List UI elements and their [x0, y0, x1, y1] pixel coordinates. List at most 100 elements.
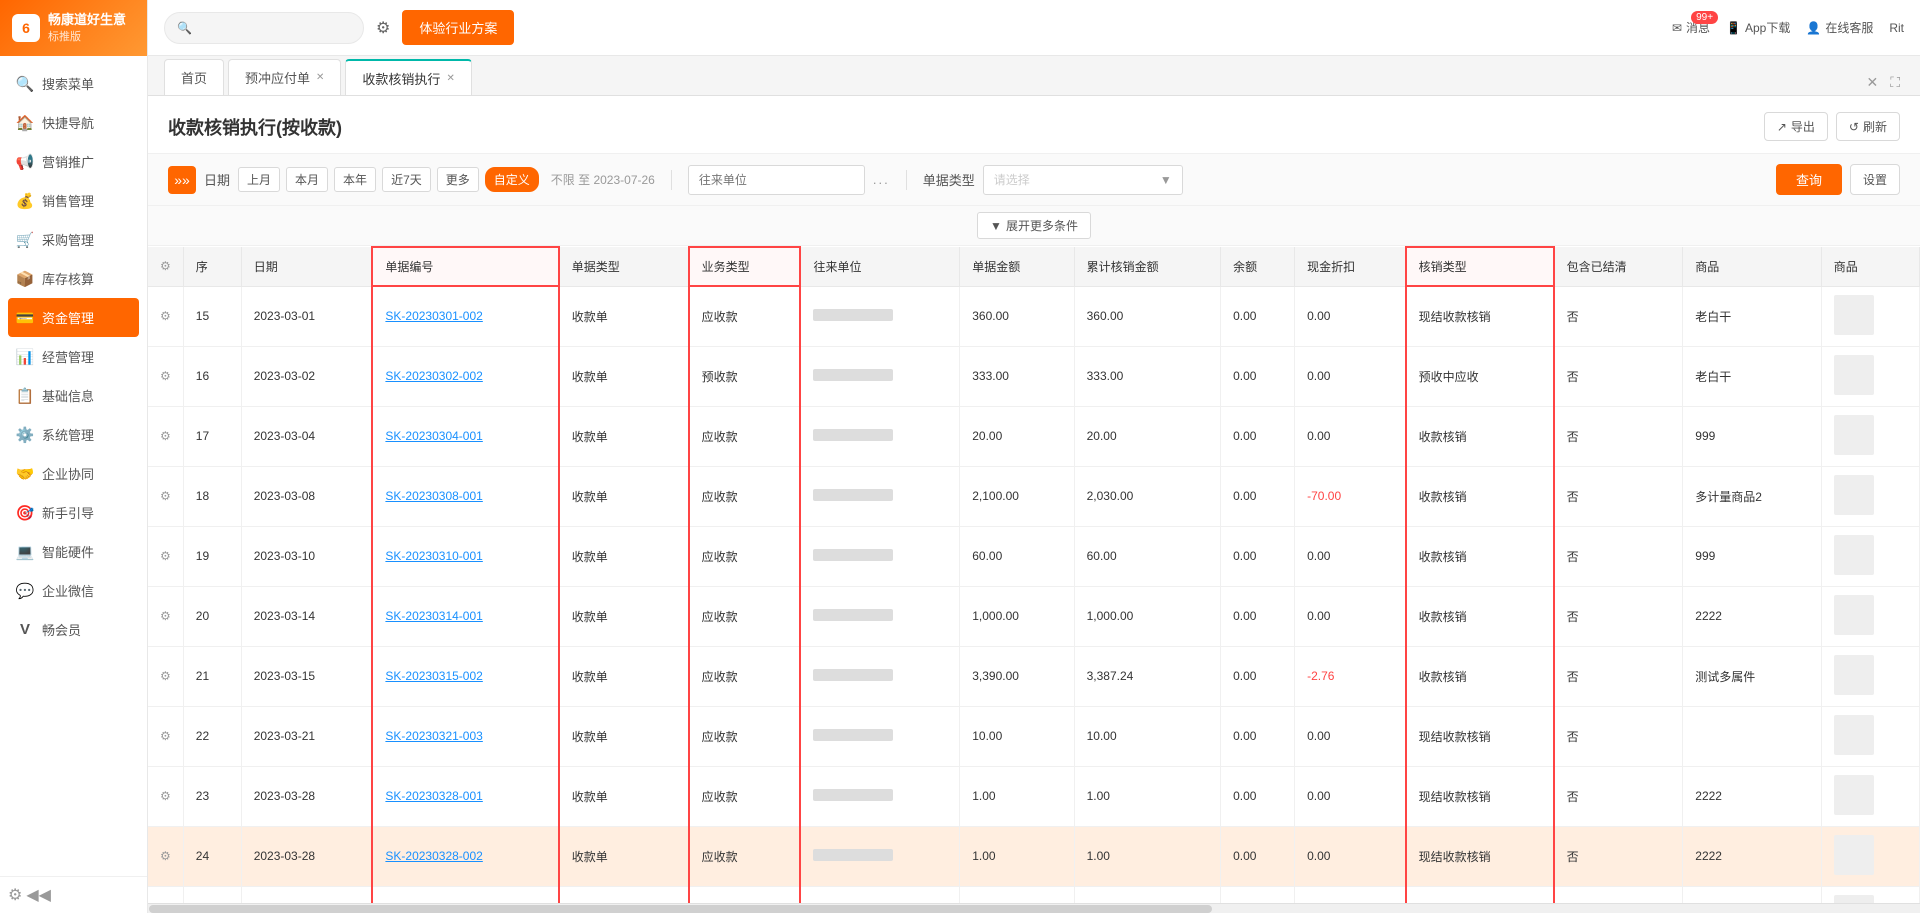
horizontal-scrollbar[interactable] — [148, 903, 1920, 913]
table-row[interactable]: ⚙ 20 2023-03-14 SK-20230314-001 收款单 应收款 … — [148, 586, 1920, 646]
more-date-btn[interactable]: 更多 — [437, 167, 479, 192]
table-wrap[interactable]: ⚙ 序 日期 单据编号 单据类型 业务类型 往来单位 单据金额 累计核销金额 余… — [148, 246, 1920, 903]
row-bill-type: 收款单 — [559, 286, 689, 346]
gear-icon[interactable]: ⚙ — [376, 18, 390, 38]
table-row[interactable]: ⚙ 17 2023-03-04 SK-20230304-001 收款单 应收款 … — [148, 406, 1920, 466]
collapse-icon[interactable]: ◀◀ — [26, 885, 51, 905]
row-bill-no[interactable]: SK-20230304-001 — [372, 406, 558, 466]
col-gear[interactable]: ⚙ — [148, 247, 183, 286]
sidebar-item-hardware[interactable]: 💻 智能硬件 — [0, 532, 147, 571]
tab-maximize-icon[interactable]: ⛶ — [1886, 70, 1904, 95]
row-gear[interactable]: ⚙ — [148, 766, 183, 826]
refresh-btn[interactable]: ↺ 刷新 — [1836, 112, 1900, 141]
row-no: 15 — [183, 286, 241, 346]
setting-btn[interactable]: 设置 — [1850, 164, 1900, 195]
scrollbar-thumb[interactable] — [149, 905, 1212, 913]
tab-receipt-cancel[interactable]: 收款核销执行 ✕ — [345, 59, 471, 95]
online-service-btn[interactable]: 👤 在线客服 — [1806, 19, 1873, 36]
filter-toggle-btn[interactable]: » » — [168, 166, 196, 194]
tab-close-receipt-cancel[interactable]: ✕ — [446, 73, 454, 84]
last-month-btn[interactable]: 上月 — [238, 167, 280, 192]
row-bill-no[interactable]: SK-20230331-002 — [372, 886, 558, 903]
sidebar-item-operations[interactable]: 📊 经营管理 — [0, 337, 147, 376]
sidebar-item-system[interactable]: ⚙️ 系统管理 — [0, 415, 147, 454]
row-gear[interactable]: ⚙ — [148, 346, 183, 406]
row-bill-no[interactable]: SK-20230302-002 — [372, 346, 558, 406]
row-no: 18 — [183, 466, 241, 526]
row-gear[interactable]: ⚙ — [148, 646, 183, 706]
row-gear[interactable]: ⚙ — [148, 286, 183, 346]
sidebar-item-purchase[interactable]: 🛒 采购管理 — [0, 220, 147, 259]
row-goods2 — [1821, 526, 1919, 586]
inventory-icon: 📦 — [16, 270, 34, 288]
row-gear[interactable]: ⚙ — [148, 886, 183, 903]
row-goods: 老白干 — [1683, 286, 1821, 346]
sidebar-item-sales[interactable]: 💰 销售管理 — [0, 181, 147, 220]
row-bill-no[interactable]: SK-20230315-002 — [372, 646, 558, 706]
tab-home[interactable]: 首页 — [164, 59, 224, 95]
topbar-search[interactable]: 🔍 — [164, 12, 364, 44]
sidebar-item-inventory[interactable]: 📦 库存核算 — [0, 259, 147, 298]
message-btn[interactable]: ✉ 消息 99+ — [1672, 19, 1710, 36]
tab-prereceipt[interactable]: 预冲应付单 ✕ — [228, 59, 341, 95]
sidebar-item-enterprise[interactable]: 🤝 企业协同 — [0, 454, 147, 493]
sidebar-item-basic[interactable]: 📋 基础信息 — [0, 376, 147, 415]
table-row[interactable]: ⚙ 25 2023-03-31 SK-20230331-002 红字收款单 应收… — [148, 886, 1920, 903]
industry-btn[interactable]: 体验行业方案 — [402, 10, 514, 45]
row-bill-no[interactable]: SK-20230328-001 — [372, 766, 558, 826]
table-row[interactable]: ⚙ 19 2023-03-10 SK-20230310-001 收款单 应收款 … — [148, 526, 1920, 586]
query-btn[interactable]: 查询 — [1776, 164, 1842, 195]
sidebar-item-marketing[interactable]: 📢 营销推广 — [0, 142, 147, 181]
this-month-btn[interactable]: 本月 — [286, 167, 328, 192]
row-amount: 1,000.00 — [960, 586, 1074, 646]
table-row[interactable]: ⚙ 15 2023-03-01 SK-20230301-002 收款单 应收款 … — [148, 286, 1920, 346]
sidebar-item-quick-nav[interactable]: 🏠 快捷导航 — [0, 103, 147, 142]
sidebar-item-capital[interactable]: 💳 资金管理 — [8, 298, 139, 337]
expand-btn[interactable]: ▼ 展开更多条件 — [977, 212, 1091, 239]
row-gear[interactable]: ⚙ — [148, 526, 183, 586]
settings-icon[interactable]: ⚙ — [8, 885, 22, 905]
row-bill-no[interactable]: SK-20230314-001 — [372, 586, 558, 646]
app-download-btn[interactable]: 📱 App下载 — [1726, 19, 1790, 36]
tab-close-prereceipt[interactable]: ✕ — [316, 72, 324, 83]
bill-type-select[interactable]: 请选择 ▼ — [983, 165, 1183, 195]
row-gear[interactable]: ⚙ — [148, 406, 183, 466]
row-bill-no[interactable]: SK-20230321-003 — [372, 706, 558, 766]
this-year-btn[interactable]: 本年 — [334, 167, 376, 192]
row-goods2 — [1821, 706, 1919, 766]
table-row[interactable]: ⚙ 24 2023-03-28 SK-20230328-002 收款单 应收款 … — [148, 826, 1920, 886]
export-btn[interactable]: ↗ 导出 — [1764, 112, 1828, 141]
row-bill-no[interactable]: SK-20230301-002 — [372, 286, 558, 346]
row-customer — [800, 826, 959, 886]
row-gear[interactable]: ⚙ — [148, 826, 183, 886]
table-row[interactable]: ⚙ 21 2023-03-15 SK-20230315-002 收款单 应收款 … — [148, 646, 1920, 706]
row-goods: 老白干 — [1683, 346, 1821, 406]
row-biz-type: 应收款 — [689, 586, 801, 646]
row-bill-no[interactable]: SK-20230308-001 — [372, 466, 558, 526]
sidebar-item-guide[interactable]: 🎯 新手引导 — [0, 493, 147, 532]
row-bill-no[interactable]: SK-20230328-002 — [372, 826, 558, 886]
last-7days-btn[interactable]: 近7天 — [382, 167, 431, 192]
row-bill-no[interactable]: SK-20230310-001 — [372, 526, 558, 586]
customer-input[interactable] — [688, 165, 865, 195]
table-row[interactable]: ⚙ 16 2023-03-02 SK-20230302-002 收款单 预收款 … — [148, 346, 1920, 406]
row-discount: 0.00 — [1295, 706, 1406, 766]
row-discount: 0.00 — [1295, 766, 1406, 826]
row-included: 否 — [1554, 346, 1683, 406]
row-gear[interactable]: ⚙ — [148, 706, 183, 766]
sidebar-item-member[interactable]: V 畅会员 — [0, 610, 147, 649]
sidebar-item-wechat[interactable]: 💬 企业微信 — [0, 571, 147, 610]
message-icon: ✉ — [1672, 21, 1682, 35]
table-row[interactable]: ⚙ 22 2023-03-21 SK-20230321-003 收款单 应收款 … — [148, 706, 1920, 766]
table-row[interactable]: ⚙ 18 2023-03-08 SK-20230308-001 收款单 应收款 … — [148, 466, 1920, 526]
row-goods: 2222 — [1683, 826, 1821, 886]
table-row[interactable]: ⚙ 23 2023-03-28 SK-20230328-001 收款单 应收款 … — [148, 766, 1920, 826]
row-date: 2023-03-04 — [241, 406, 372, 466]
row-gear[interactable]: ⚙ — [148, 586, 183, 646]
sidebar-item-search[interactable]: 🔍 搜索菜单 — [0, 64, 147, 103]
user-menu[interactable]: Rit — [1889, 21, 1904, 35]
hardware-icon: 💻 — [16, 543, 34, 561]
tab-close-all-icon[interactable]: ✕ — [1862, 70, 1882, 95]
custom-date-btn[interactable]: 自定义 — [485, 167, 539, 192]
row-gear[interactable]: ⚙ — [148, 466, 183, 526]
